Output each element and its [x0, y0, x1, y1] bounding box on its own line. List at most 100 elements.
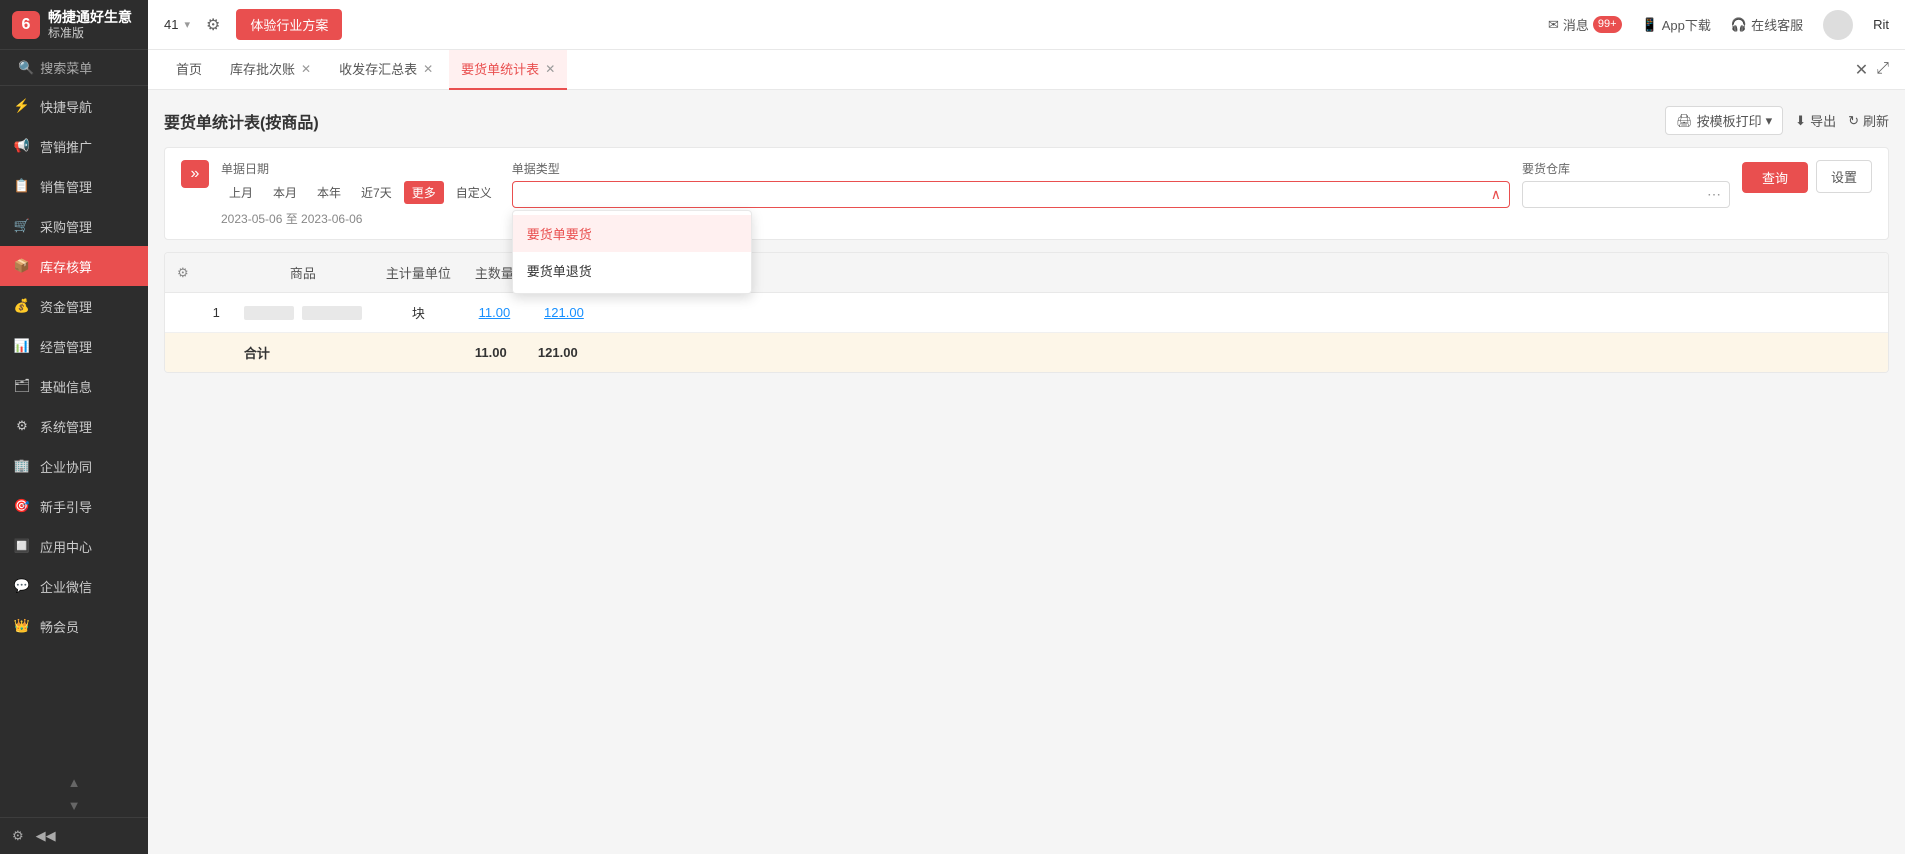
- col-product-header: 商品: [232, 253, 374, 293]
- print-btn[interactable]: 🖨 按模板打印 ▾: [1665, 106, 1783, 135]
- messages-label: 消息: [1563, 15, 1589, 34]
- export-btn[interactable]: ⬇ 导出: [1795, 111, 1836, 130]
- sidebar-item-operation[interactable]: 📊 经营管理: [0, 326, 148, 366]
- trial-btn[interactable]: 体验行业方案: [236, 9, 342, 40]
- filter-expand-btn[interactable]: »: [181, 160, 209, 188]
- tab-receive-summary-close[interactable]: ✕: [423, 62, 433, 76]
- quick-nav-icon: ⚡: [12, 96, 32, 116]
- warehouse-filter-label: 要货仓库: [1522, 160, 1730, 177]
- sidebar-item-inventory[interactable]: 📦 库存核算: [0, 246, 148, 286]
- finance-icon: 💰: [12, 296, 32, 316]
- tab-receive-summary[interactable]: 收发存汇总表 ✕: [327, 50, 445, 90]
- sidebar-collapse-btn[interactable]: ◀◀: [36, 828, 56, 844]
- store-dropdown-arrow: ▾: [184, 18, 190, 31]
- tab-expand-btn[interactable]: ⤢: [1876, 60, 1889, 80]
- sidebar-item-system[interactable]: ⚙ 系统管理: [0, 406, 148, 446]
- tab-home[interactable]: 首页: [164, 50, 214, 90]
- app-download-icon: 📱: [1642, 17, 1658, 33]
- store-name: 41: [164, 17, 178, 32]
- export-label: 导出: [1810, 111, 1836, 130]
- col-unit-header: 主计量单位: [374, 253, 463, 293]
- sidebar-item-quick-nav[interactable]: ⚡ 快捷导航: [0, 86, 148, 126]
- member-icon: 👑: [12, 616, 32, 636]
- header-settings-icon[interactable]: ⚙: [206, 15, 220, 35]
- footer-quantity: 11.00: [475, 345, 507, 360]
- tab-inventory-batch[interactable]: 库存批次账 ✕: [218, 50, 323, 90]
- recent-7-btn[interactable]: 近7天: [353, 181, 400, 204]
- messages-btn[interactable]: ✉ 消息 99+: [1548, 15, 1622, 34]
- tab-close-all-btn[interactable]: ✕: [1855, 60, 1868, 80]
- row-product-cell: [232, 293, 374, 333]
- sidebar-search[interactable]: 🔍 搜索菜单: [0, 50, 148, 86]
- sidebar-item-enterprise[interactable]: 🏢 企业协同: [0, 446, 148, 486]
- type-filter-group: 单据类型 ∧ 要货单要货 要货单退货: [512, 160, 1510, 208]
- custom-date-btn[interactable]: 自定义: [448, 181, 500, 204]
- nav-label: 销售管理: [40, 177, 92, 196]
- query-btn[interactable]: 查询: [1742, 162, 1808, 193]
- messages-icon: ✉: [1548, 17, 1559, 33]
- footer-amount: 121.00: [538, 345, 578, 360]
- tab-order-summary-close[interactable]: ✕: [545, 62, 555, 76]
- tab-inventory-batch-close[interactable]: ✕: [301, 62, 311, 76]
- nav-label: 资金管理: [40, 297, 92, 316]
- sidebar-item-guide[interactable]: 🎯 新手引导: [0, 486, 148, 526]
- nav-label: 企业协同: [40, 457, 92, 476]
- sidebar-scroll-up[interactable]: ▲: [0, 771, 148, 794]
- refresh-btn[interactable]: ↻ 刷新: [1848, 111, 1889, 130]
- marketing-icon: 📢: [12, 136, 32, 156]
- filter-panel: » 单据日期 上月 本月 本年 近7天 更多 自定义 2023-05-06 至 …: [164, 147, 1889, 240]
- online-service-btn[interactable]: 🎧 在线客服: [1731, 15, 1803, 34]
- logo-icon: 6: [12, 11, 40, 39]
- sidebar-item-basic[interactable]: 🗂 基础信息: [0, 366, 148, 406]
- export-icon: ⬇: [1795, 113, 1806, 129]
- warehouse-input[interactable]: [1531, 187, 1707, 202]
- date-shortcuts: 上月 本月 本年 近7天 更多 自定义: [221, 181, 500, 204]
- type-input[interactable]: [521, 187, 1491, 202]
- sidebar-item-appstore[interactable]: 🔲 应用中心: [0, 526, 148, 566]
- nav-label: 应用中心: [40, 537, 92, 556]
- dropdown-item-requisition[interactable]: 要货单要货: [513, 215, 751, 252]
- refresh-label: 刷新: [1863, 111, 1889, 130]
- header-left: 41 ▾ ⚙ 体验行业方案: [164, 9, 342, 40]
- row-empty-cell: [602, 293, 1888, 333]
- sidebar-item-sales[interactable]: 📋 销售管理: [0, 166, 148, 206]
- type-dropdown: 要货单要货 要货单退货: [512, 210, 752, 294]
- app-download-btn[interactable]: 📱 App下载: [1642, 15, 1711, 34]
- appstore-icon: 🔲: [12, 536, 32, 556]
- avatar[interactable]: [1823, 10, 1853, 40]
- nav-label: 畅会员: [40, 617, 79, 636]
- messages-badge: 99+: [1593, 16, 1622, 33]
- col-seq-header: [201, 253, 232, 293]
- sidebar-settings-icon[interactable]: ⚙: [12, 828, 24, 844]
- sidebar-item-purchase[interactable]: 🛒 采购管理: [0, 206, 148, 246]
- dropdown-item-return[interactable]: 要货单退货: [513, 252, 751, 289]
- type-input-container: ∧ 要货单要货 要货单退货: [512, 181, 1510, 208]
- nav-label: 经营管理: [40, 337, 92, 356]
- sidebar-item-wechat[interactable]: 💬 企业微信: [0, 566, 148, 606]
- quantity-link[interactable]: 11.00: [479, 305, 511, 320]
- app-download-label: App下载: [1662, 15, 1711, 34]
- warehouse-input-wrap: ⋯: [1522, 181, 1730, 208]
- type-dropdown-arrow[interactable]: ∧: [1491, 186, 1501, 203]
- sidebar-scroll-down[interactable]: ▼: [0, 794, 148, 817]
- tab-inventory-batch-label: 库存批次账: [230, 59, 295, 78]
- more-shortcuts-btn[interactable]: 更多: [404, 181, 444, 204]
- sidebar-item-marketing[interactable]: 📢 营销推广: [0, 126, 148, 166]
- sidebar-logo: 6 畅捷通好生意 标准版: [0, 0, 148, 50]
- this-year-btn[interactable]: 本年: [309, 181, 349, 204]
- col-settings-icon[interactable]: ⚙: [177, 265, 189, 280]
- this-month-btn[interactable]: 本月: [265, 181, 305, 204]
- store-selector[interactable]: 41 ▾: [164, 17, 190, 32]
- tab-order-summary[interactable]: 要货单统计表 ✕: [449, 50, 567, 90]
- operation-icon: 📊: [12, 336, 32, 356]
- amount-link[interactable]: 121.00: [544, 305, 584, 320]
- table-row: 1 块 11.00 121.00: [165, 293, 1888, 333]
- tab-receive-summary-label: 收发存汇总表: [339, 59, 417, 78]
- sidebar-item-finance[interactable]: 💰 资金管理: [0, 286, 148, 326]
- filter-settings-btn[interactable]: 设置: [1816, 160, 1872, 193]
- prev-month-btn[interactable]: 上月: [221, 181, 261, 204]
- date-filter-group: 单据日期 上月 本月 本年 近7天 更多 自定义 2023-05-06 至 20…: [221, 160, 500, 227]
- sidebar-item-member[interactable]: 👑 畅会员: [0, 606, 148, 646]
- username: Rit: [1873, 17, 1889, 32]
- warehouse-more-btn[interactable]: ⋯: [1707, 186, 1721, 203]
